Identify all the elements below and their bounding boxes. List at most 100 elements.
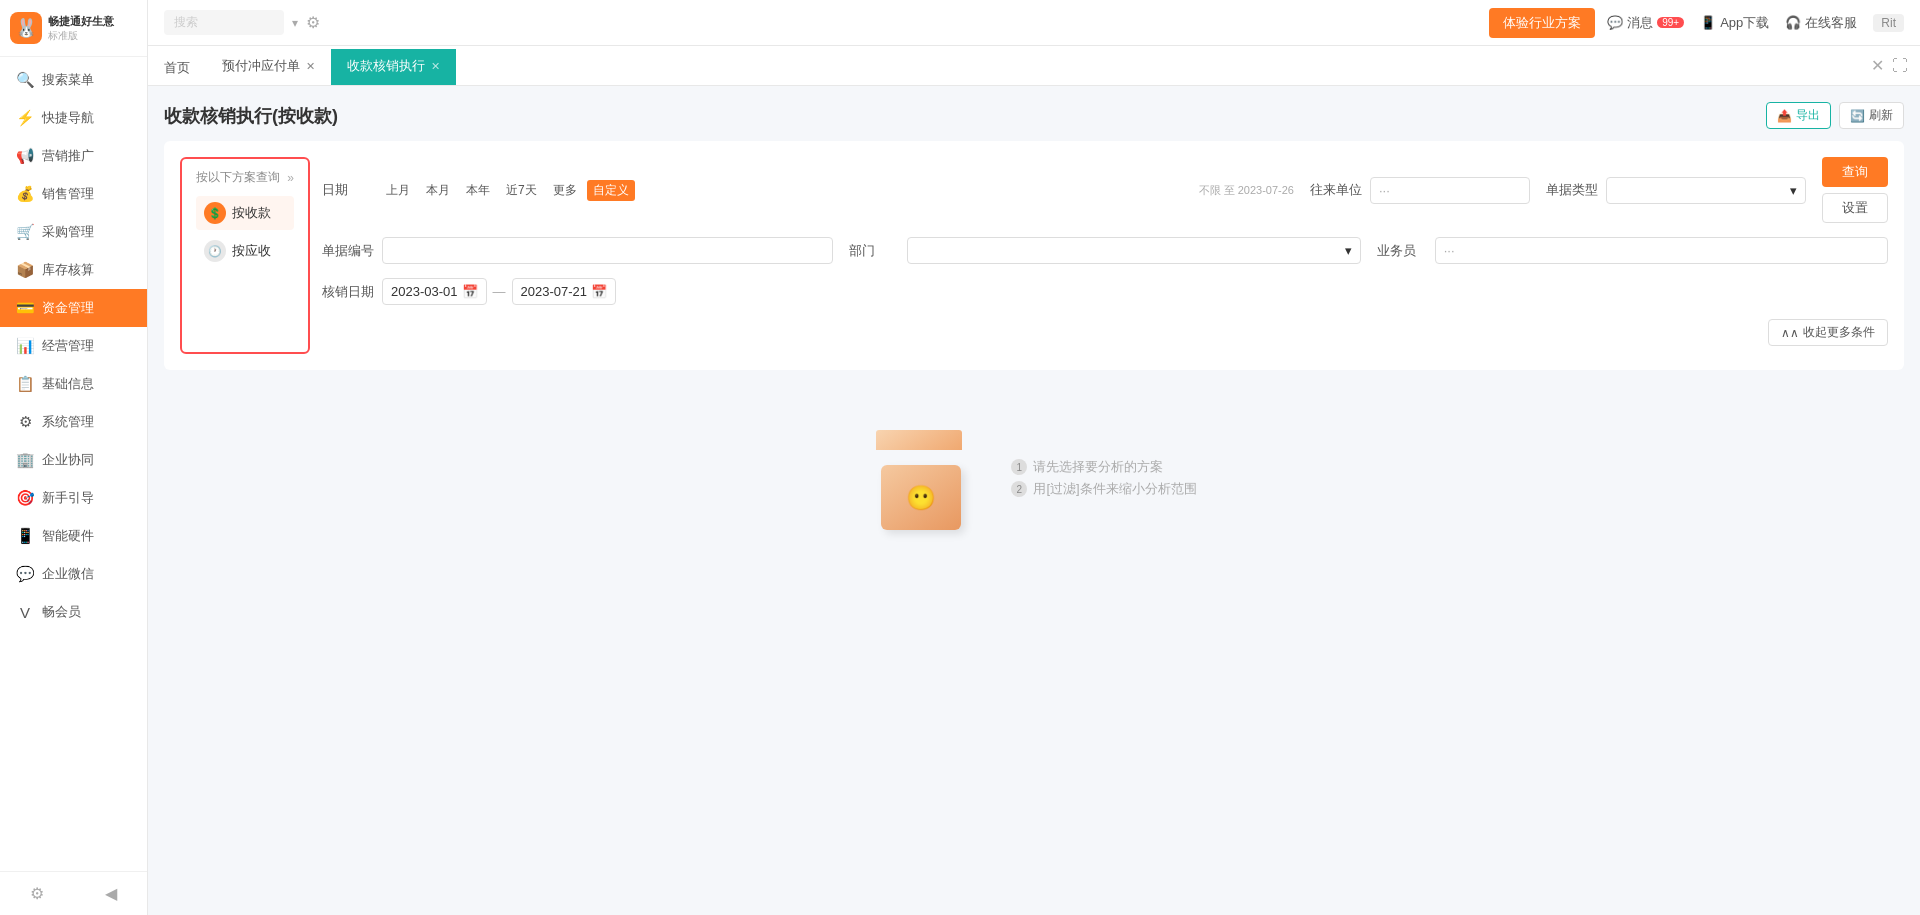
wechat-icon: 💬 bbox=[16, 565, 34, 583]
tab-expand-icon[interactable]: ⛶ bbox=[1892, 57, 1908, 75]
hint-num-1: 1 bbox=[1011, 459, 1027, 475]
department-group: 部门 ▾ bbox=[849, 237, 1360, 264]
tabbar-controls: ✕ ⛶ bbox=[1859, 46, 1920, 85]
counterparty-group: 往来单位 ··· bbox=[1310, 177, 1530, 204]
staff-input[interactable]: ··· bbox=[1435, 237, 1888, 264]
action-buttons: 查询 设置 bbox=[1822, 157, 1888, 223]
topbar-search-area: 搜索 ▾ ⚙ bbox=[164, 10, 1477, 35]
sidebar-item-inventory[interactable]: 📦 库存核算 bbox=[0, 251, 147, 289]
empty-content: 😶 1 请先选择要分析的方案 2 用[过滤]条件来缩小分析范围 bbox=[871, 430, 1196, 530]
topbar-gear-icon[interactable]: ⚙ bbox=[306, 13, 320, 32]
logo-text: 畅捷通好生意 标准版 bbox=[48, 14, 114, 43]
writeoff-end-date[interactable]: 2023-07-21 📅 bbox=[512, 278, 617, 305]
voucher-type-select[interactable]: ▾ bbox=[1606, 177, 1806, 204]
filter-row-3: 核销日期 2023-03-01 📅 — 2023-07-21 📅 bbox=[322, 278, 1888, 305]
topbar-dropdown-icon[interactable]: ▾ bbox=[292, 16, 298, 30]
query-by-receivable[interactable]: 🕐 按应收 bbox=[196, 234, 294, 268]
system-icon: ⚙ bbox=[16, 413, 34, 431]
operation-icon: 📊 bbox=[16, 337, 34, 355]
quick-7days[interactable]: 近7天 bbox=[500, 180, 543, 201]
sidebar-item-quick[interactable]: ⚡快捷导航 bbox=[0, 99, 147, 137]
tab-home[interactable]: 首页 bbox=[148, 51, 206, 85]
query-type-box: 按以下方案查询 » 💲 按收款 🕐 按应收 bbox=[180, 157, 310, 354]
sidebar-item-basic[interactable]: 📋基础信息 bbox=[0, 365, 147, 403]
writeoff-start-date[interactable]: 2023-03-01 📅 bbox=[382, 278, 487, 305]
sidebar-item-sales[interactable]: 💰 销售管理 bbox=[0, 175, 147, 213]
settings-icon[interactable]: ⚙ bbox=[22, 880, 52, 907]
nav-label-wechat: 企业微信 bbox=[42, 565, 94, 583]
sidebar-item-operation[interactable]: 📊 经营管理 bbox=[0, 327, 147, 365]
topbar: 搜索 ▾ ⚙ 体验行业方案 💬 消息 99+ 📱 App下载 🎧 在线客服 Ri… bbox=[148, 0, 1920, 46]
quick-more[interactable]: 更多 bbox=[547, 180, 583, 201]
nav-label-sales: 销售管理 bbox=[42, 185, 94, 203]
hint-2: 2 用[过滤]条件来缩小分析范围 bbox=[1011, 480, 1196, 498]
collapse-icon[interactable]: ◀ bbox=[97, 880, 125, 907]
sidebar-item-enterprise[interactable]: 🏢企业协同 bbox=[0, 441, 147, 479]
nav-label-member: 畅会员 bbox=[42, 603, 81, 621]
export-icon: 📤 bbox=[1777, 109, 1792, 123]
quick-icon: ⚡ bbox=[16, 109, 34, 127]
sales-icon: 💰 bbox=[16, 185, 34, 203]
sidebar-item-wechat[interactable]: 💬 企业微信 bbox=[0, 555, 147, 593]
collapse-row: ∧∧ 收起更多条件 bbox=[322, 319, 1888, 346]
inventory-icon: 📦 bbox=[16, 261, 34, 279]
voucher-no-input[interactable] bbox=[382, 237, 833, 264]
message-item[interactable]: 💬 消息 99+ bbox=[1607, 14, 1684, 32]
search-icon: 🔍 bbox=[16, 71, 34, 89]
counterparty-input[interactable]: ··· bbox=[1370, 177, 1530, 204]
prepay-tab-label: 预付冲应付单 bbox=[222, 57, 300, 75]
department-select[interactable]: ▾ bbox=[907, 237, 1360, 264]
app-icon: 📱 bbox=[1700, 15, 1716, 30]
nav-label-purchase: 采购管理 bbox=[42, 223, 94, 241]
tab-prepay[interactable]: 预付冲应付单 ✕ bbox=[206, 49, 331, 85]
logo-icon: 🐰 bbox=[10, 12, 42, 44]
quick-this-month[interactable]: 本月 bbox=[420, 180, 456, 201]
hardware-icon: 📱 bbox=[16, 527, 34, 545]
sidebar-item-purchase[interactable]: 🛒采购管理 bbox=[0, 213, 147, 251]
empty-state: 😶 1 请先选择要分析的方案 2 用[过滤]条件来缩小分析范围 bbox=[164, 430, 1904, 530]
app-download-item[interactable]: 📱 App下载 bbox=[1700, 14, 1769, 32]
sidebar-item-guide[interactable]: 🎯新手引导 bbox=[0, 479, 147, 517]
writeoff-date-group: 核销日期 2023-03-01 📅 — 2023-07-21 📅 bbox=[322, 278, 1888, 305]
quick-last-month[interactable]: 上月 bbox=[380, 180, 416, 201]
sidebar-item-search[interactable]: 🔍搜索菜单 bbox=[0, 61, 147, 99]
nav-label-operation: 经营管理 bbox=[42, 337, 94, 355]
sidebar-item-hardware[interactable]: 📱智能硬件 bbox=[0, 517, 147, 555]
marketing-icon: 📢 bbox=[16, 147, 34, 165]
prepay-tab-close[interactable]: ✕ bbox=[306, 60, 315, 73]
calendar-start-icon: 📅 bbox=[462, 284, 478, 299]
enterprise-icon: 🏢 bbox=[16, 451, 34, 469]
nav-label-system: 系统管理 bbox=[42, 413, 94, 431]
sidebar-item-marketing[interactable]: 📢营销推广 bbox=[0, 137, 147, 175]
industry-btn[interactable]: 体验行业方案 bbox=[1489, 8, 1595, 38]
writeoff-date-range: 2023-03-01 📅 — 2023-07-21 📅 bbox=[382, 278, 616, 305]
sidebar-item-member[interactable]: V畅会员 bbox=[0, 593, 147, 631]
page-title: 收款核销执行(按收款) bbox=[164, 104, 338, 128]
query-by-receipt[interactable]: 💲 按收款 bbox=[196, 196, 294, 230]
dept-chevron-icon: ▾ bbox=[1345, 243, 1352, 258]
query-button[interactable]: 查询 bbox=[1822, 157, 1888, 187]
sidebar-bottom: ⚙ ◀ bbox=[0, 871, 147, 915]
nav-label-finance: 资金管理 bbox=[42, 299, 94, 317]
setting-button[interactable]: 设置 bbox=[1822, 193, 1888, 223]
tab-close-all-icon[interactable]: ✕ bbox=[1871, 56, 1884, 75]
date-group: 日期 上月 本月 本年 近7天 更多 自定义 bbox=[322, 180, 1183, 201]
voucher-type-label: 单据类型 bbox=[1546, 181, 1598, 199]
staff-label: 业务员 bbox=[1377, 242, 1427, 260]
refresh-button[interactable]: 🔄 刷新 bbox=[1839, 102, 1904, 129]
quick-this-year[interactable]: 本年 bbox=[460, 180, 496, 201]
quick-custom[interactable]: 自定义 bbox=[587, 180, 635, 201]
sidebar: 🐰 畅捷通好生意 标准版 🔍搜索菜单⚡快捷导航📢营销推广 💰 销售管理 🛒采购管理 📦 库… bbox=[0, 0, 148, 915]
department-label: 部门 bbox=[849, 242, 899, 260]
sidebar-item-system[interactable]: ⚙ 系统管理 bbox=[0, 403, 147, 441]
collapse-button[interactable]: ∧∧ 收起更多条件 bbox=[1768, 319, 1888, 346]
nav-label-inventory: 库存核算 bbox=[42, 261, 94, 279]
quick-dates: 上月 本月 本年 近7天 更多 自定义 bbox=[380, 180, 635, 201]
receivable-tab-close[interactable]: ✕ bbox=[431, 60, 440, 73]
online-service-item[interactable]: 🎧 在线客服 bbox=[1785, 14, 1857, 32]
query-type-collapse-icon[interactable]: » bbox=[287, 171, 294, 185]
sidebar-item-finance[interactable]: 💳资金管理 bbox=[0, 289, 147, 327]
export-button[interactable]: 📤 导出 bbox=[1766, 102, 1831, 129]
user-avatar[interactable]: Rit bbox=[1873, 14, 1904, 32]
tab-receivable[interactable]: 收款核销执行 ✕ bbox=[331, 49, 456, 85]
